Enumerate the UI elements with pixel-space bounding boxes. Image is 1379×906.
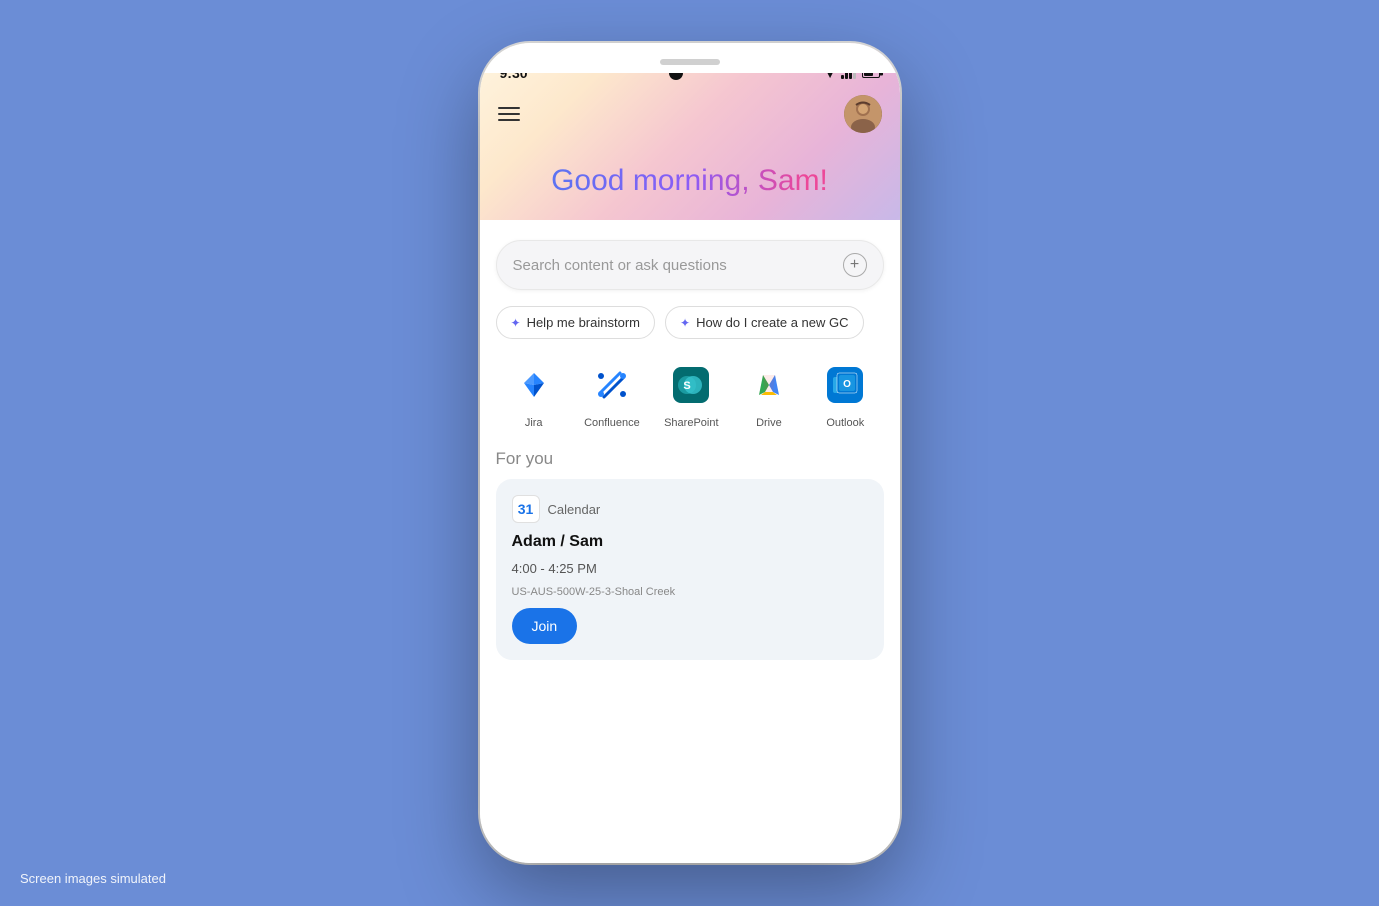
drive-label: Drive [756,417,782,429]
sharepoint-icon: S [665,359,717,411]
avatar[interactable] [844,95,882,133]
outlook-icon: O [819,359,871,411]
chip-brainstorm[interactable]: ✦ Help me brainstorm [496,306,656,339]
card-source-row: 31 Calendar [512,495,868,523]
meeting-time: 4:00 - 4:25 PM [512,561,868,576]
jira-label: Jira [525,417,543,429]
app-sharepoint[interactable]: S SharePoint [664,359,718,429]
app-icons-row: Jira Conf [496,355,884,433]
chip-create-gc[interactable]: ✦ How do I create a new GC [665,306,864,339]
outlook-label: Outlook [826,417,864,429]
sparkle-icon-2: ✦ [680,316,690,330]
calendar-icon: 31 [512,495,540,523]
svg-text:O: O [843,379,851,390]
search-bar[interactable]: Search content or ask questions + [496,240,884,290]
speaker-grille [660,59,720,65]
sharepoint-label: SharePoint [664,417,718,429]
chip-create-gc-label: How do I create a new GC [696,315,848,330]
greeting-text: Good morning, Sam! [500,161,880,200]
drive-icon [743,359,795,411]
sparkle-icon: ✦ [511,316,521,330]
phone-top-area [480,43,900,73]
join-button[interactable]: Join [512,608,578,644]
suggestion-chips: ✦ Help me brainstorm ✦ How do I create a… [496,306,884,339]
greeting-section: Good morning, Sam! [480,141,900,210]
meeting-title: Adam / Sam [512,533,868,551]
confluence-label: Confluence [584,417,640,429]
meeting-location: US-AUS-500W-25-3-Shoal Creek [512,586,868,598]
search-add-button[interactable]: + [843,253,867,277]
confluence-icon [586,359,638,411]
main-content: Search content or ask questions + ✦ Help… [480,220,900,863]
search-placeholder: Search content or ask questions [513,257,833,274]
svg-text:S: S [684,380,691,392]
app-drive[interactable]: Drive [743,359,795,429]
jira-icon [508,359,560,411]
top-nav [480,87,900,141]
for-you-section: For you 31 Calendar Adam / Sam 4:00 - 4:… [496,449,884,660]
menu-button[interactable] [498,107,520,121]
screen: 9:30 ▼ [480,43,900,863]
app-confluence[interactable]: Confluence [584,359,640,429]
app-jira[interactable]: Jira [508,359,560,429]
screen-label: Screen images simulated [20,871,166,886]
calendar-card: 31 Calendar Adam / Sam 4:00 - 4:25 PM US… [496,479,884,660]
app-outlook[interactable]: O Outlook [819,359,871,429]
phone-shell: 9:30 ▼ [480,43,900,863]
chip-brainstorm-label: Help me brainstorm [527,315,640,330]
for-you-title: For you [496,449,884,469]
calendar-source-label: Calendar [548,502,601,517]
